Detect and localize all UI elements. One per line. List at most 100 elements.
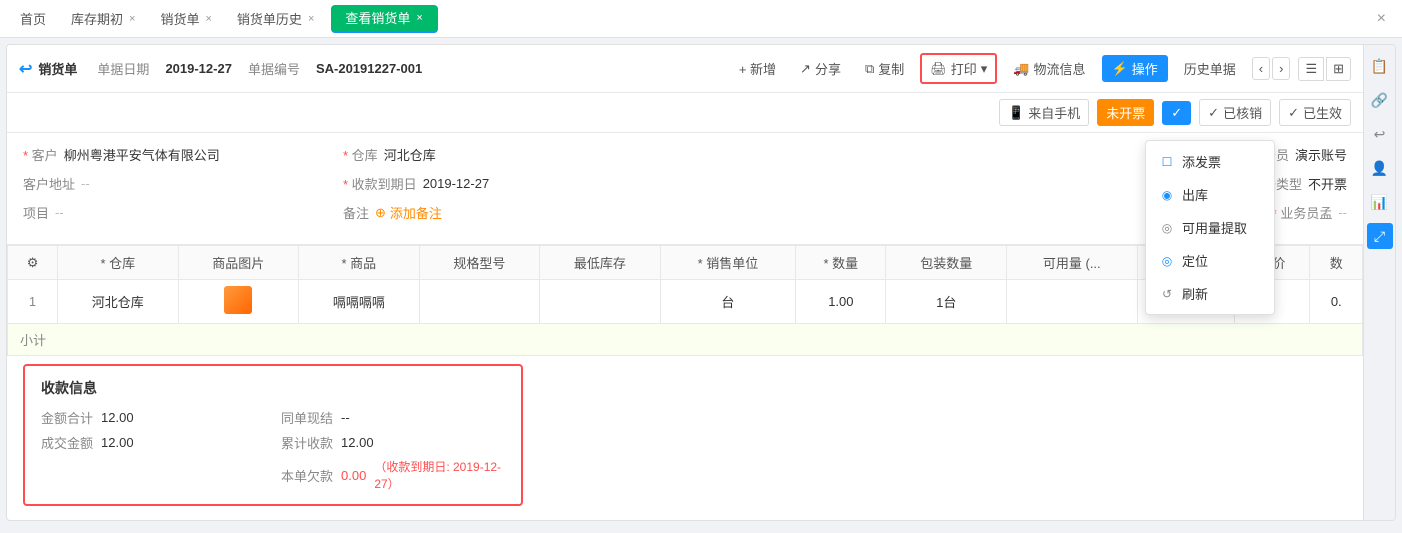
- cumulative-label: 累计收款: [281, 433, 333, 452]
- doc-header: ↩ 销货单 单据日期 2019-12-27 单据编号 SA-20191227-0…: [7, 45, 1363, 93]
- tab-inventory-label: 库存期初: [71, 9, 123, 28]
- cell-qty: 1.00: [796, 280, 886, 324]
- tab-sales-history[interactable]: 销货单历史 ×: [225, 0, 327, 38]
- th-spec: 规格型号: [419, 246, 540, 280]
- doc-title-text: 销货单: [38, 59, 77, 78]
- outbound-label: 出库: [1182, 185, 1208, 204]
- dropdown-refresh[interactable]: ↺ 刷新: [1146, 277, 1274, 310]
- subtotal-label: 小计: [8, 324, 1363, 356]
- from-phone-button[interactable]: 📱 来自手机: [999, 99, 1089, 126]
- right-sidebar: 📋 🔗 ↩ 👤 📊 ⤢: [1363, 45, 1395, 520]
- grid-view-button[interactable]: ⊞: [1326, 57, 1351, 81]
- th-pkg-qty: 包装数量: [886, 246, 1007, 280]
- available-icon: ◎: [1160, 221, 1174, 235]
- th-product: * 商品: [299, 246, 420, 280]
- address-label: 客户地址: [23, 174, 75, 193]
- tab-inventory-close[interactable]: ×: [129, 13, 135, 25]
- dropdown-menu: ☐ 添发票 ◉ 出库 ◎ 可用量提取 ◎ 定位 ↺ 刷新: [1145, 140, 1275, 315]
- main-content: ↩ 销货单 单据日期 2019-12-27 单据编号 SA-20191227-0…: [6, 44, 1396, 521]
- tab-bar: 首页 库存期初 × 销货单 × 销货单历史 × 查看销货单 × ×: [0, 0, 1402, 38]
- add-note-button[interactable]: ⊕ 添加备注: [375, 203, 442, 222]
- same-order-value: --: [341, 410, 350, 425]
- dropdown-locate[interactable]: ◎ 定位: [1146, 244, 1274, 277]
- tab-view-sales-close[interactable]: ×: [416, 12, 422, 24]
- tab-sales[interactable]: 销货单 ×: [148, 0, 224, 38]
- due-label: 本单欠款: [281, 466, 333, 485]
- history-button[interactable]: 历史单据: [1176, 55, 1244, 82]
- share-button[interactable]: ↗ 分享: [792, 55, 849, 82]
- list-view-button[interactable]: ☰: [1298, 57, 1324, 81]
- tab-view-sales-label: 查看销货单: [345, 8, 410, 27]
- toolbar-row: 📱 来自手机 未开票 ✓ ✓ 已核销 ✓ 已生效: [7, 93, 1363, 133]
- operate-label: 操作: [1132, 59, 1158, 78]
- tab-inventory[interactable]: 库存期初 ×: [59, 0, 148, 38]
- address-field: 客户地址 --: [23, 174, 303, 193]
- payment-title: 收款信息: [41, 378, 505, 398]
- cell-product: 嗝嗝嗝嗝: [299, 280, 420, 324]
- payment-total-row: 金额合计 12.00: [41, 408, 265, 427]
- tab-sales-label: 销货单: [160, 9, 199, 28]
- sidebar-user-icon[interactable]: 👤: [1367, 155, 1393, 181]
- cell-img: [178, 280, 299, 324]
- th-settings[interactable]: ⚙: [8, 246, 58, 280]
- note-field: 备注 ⊕ 添加备注: [343, 203, 623, 222]
- locate-label: 定位: [1182, 251, 1208, 270]
- tab-home[interactable]: 首页: [8, 0, 59, 38]
- payment-same-order-row: 同单现结 --: [281, 408, 505, 427]
- doc-meta: 单据日期 2019-12-27 单据编号 SA-20191227-001: [97, 59, 422, 78]
- sold-out-icon: ✓: [1208, 105, 1219, 121]
- confirm-button[interactable]: ✓: [1162, 101, 1191, 125]
- project-label: 项目: [23, 203, 49, 222]
- payment-cumulative-row: 累计收款 12.00: [281, 433, 505, 452]
- staff2-value: --: [1338, 205, 1347, 220]
- logistics-button[interactable]: 🚚 物流信息: [1005, 55, 1093, 82]
- share-label: 分享: [815, 59, 841, 78]
- dropdown-available-qty[interactable]: ◎ 可用量提取: [1146, 211, 1274, 244]
- dropdown-outbound[interactable]: ◉ 出库: [1146, 178, 1274, 211]
- due-note: （收款到期日: 2019-12-27）: [374, 458, 505, 492]
- dropdown-add-invoice[interactable]: ☐ 添发票: [1146, 145, 1274, 178]
- cell-available: [1006, 280, 1137, 324]
- print-button[interactable]: 🖨 打印 ▾: [920, 53, 997, 84]
- sidebar-doc-icon[interactable]: 📋: [1367, 53, 1393, 79]
- view-switch: ☰ ⊞: [1298, 57, 1351, 81]
- phone-icon: 📱: [1008, 105, 1024, 121]
- payment-date-label: 收款到期日: [343, 174, 417, 193]
- cell-amount: 0.: [1310, 280, 1363, 324]
- th-available: 可用量 (...: [1006, 246, 1137, 280]
- tab-view-sales[interactable]: 查看销货单 ×: [331, 5, 437, 33]
- add-invoice-label: 添发票: [1182, 152, 1221, 171]
- operate-button[interactable]: ⚡ 操作: [1102, 55, 1168, 82]
- sidebar-back-icon[interactable]: ↩: [1367, 121, 1393, 147]
- sidebar-link-icon[interactable]: 🔗: [1367, 87, 1393, 113]
- not-open-button[interactable]: 未开票: [1097, 99, 1154, 126]
- next-button[interactable]: ›: [1272, 57, 1290, 80]
- prev-button[interactable]: ‹: [1252, 57, 1270, 80]
- deal-label: 成交金额: [41, 433, 93, 452]
- total-label: 金额合计: [41, 408, 93, 427]
- tab-sales-history-close[interactable]: ×: [308, 13, 314, 25]
- refresh-label: 刷新: [1182, 284, 1208, 303]
- window-close-button[interactable]: ×: [1369, 10, 1394, 28]
- sold-out-button[interactable]: ✓ 已核销: [1199, 99, 1271, 126]
- payment-due-row: 本单欠款 0.00 （收款到期日: 2019-12-27）: [281, 458, 505, 492]
- from-phone-label: 来自手机: [1028, 103, 1080, 122]
- operate-icon: ⚡: [1112, 61, 1128, 77]
- effective-button[interactable]: ✓ 已生效: [1279, 99, 1351, 126]
- warehouse-value: 河北仓库: [384, 145, 436, 164]
- copy-button[interactable]: ⧉ 复制: [857, 55, 912, 82]
- th-unit: * 销售单位: [660, 246, 796, 280]
- not-open-label: 未开票: [1106, 103, 1145, 122]
- warehouse-field: 仓库 河北仓库: [343, 145, 623, 164]
- new-button[interactable]: + 新增: [731, 55, 784, 82]
- cell-min-stock: [540, 280, 661, 324]
- copy-label: 复制: [878, 59, 904, 78]
- th-img: 商品图片: [178, 246, 299, 280]
- sidebar-expand-icon[interactable]: ⤢: [1367, 223, 1393, 249]
- print-icon: 🖨: [930, 61, 947, 77]
- no-label: 单据编号: [248, 59, 300, 78]
- total-value: 12.00: [101, 410, 134, 425]
- tab-sales-close[interactable]: ×: [205, 13, 211, 25]
- sidebar-chart-icon[interactable]: 📊: [1367, 189, 1393, 215]
- same-order-label: 同单现结: [281, 408, 333, 427]
